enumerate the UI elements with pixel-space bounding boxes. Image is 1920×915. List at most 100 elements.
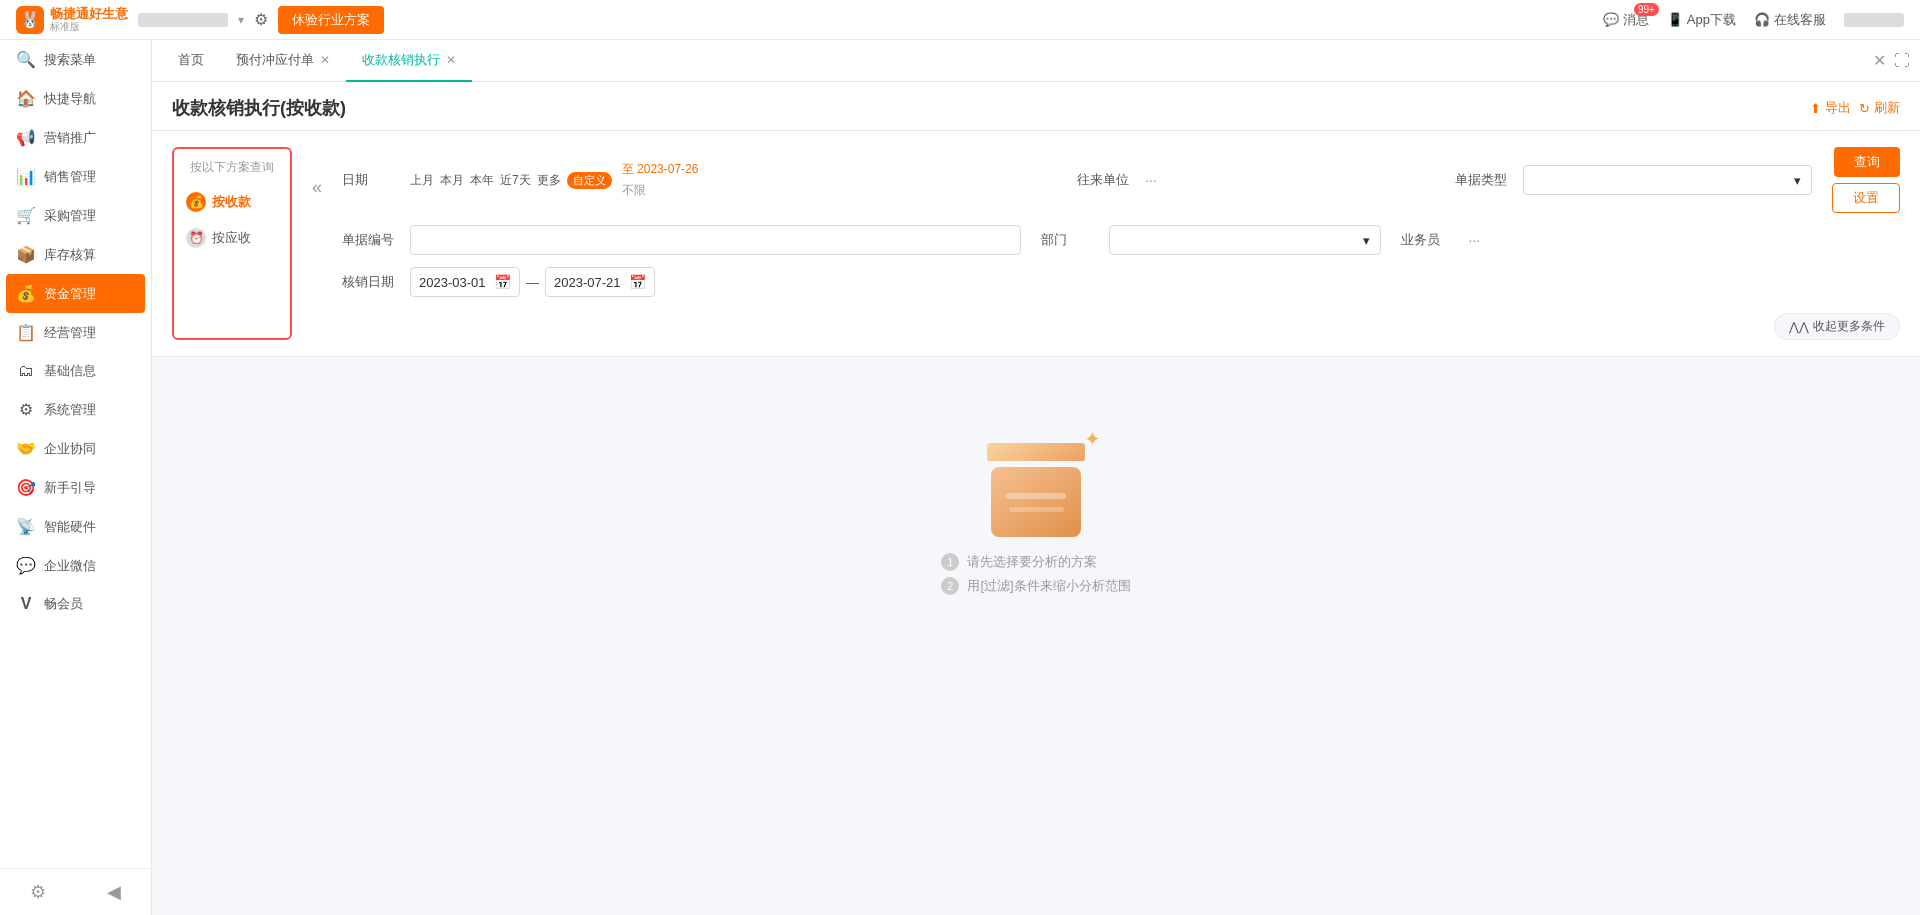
- date-btn-this-year[interactable]: 本年: [470, 172, 494, 189]
- export-button[interactable]: ⬆ 导出: [1810, 99, 1851, 117]
- sidebar-item-finance[interactable]: 💰 资金管理: [6, 274, 145, 313]
- refresh-button[interactable]: ↻ 刷新: [1859, 99, 1900, 117]
- gear-icon[interactable]: ⚙: [254, 10, 268, 29]
- date-btn-last-month[interactable]: 上月: [410, 172, 434, 189]
- cooperation-icon: 🤝: [16, 439, 36, 458]
- doc-type-select[interactable]: ▾: [1523, 165, 1813, 195]
- sparkle-icon: ✦: [1084, 427, 1101, 451]
- party-filter-item: 往来单位 ···: [1077, 171, 1435, 189]
- filter-sidebar: 按以下方案查询 💰 按收款 ⏰ 按应收: [172, 147, 292, 340]
- sidebar-collapse-icon[interactable]: ◀: [99, 877, 129, 907]
- tab-close-icon[interactable]: ✕: [1873, 51, 1886, 70]
- filter-area: 按以下方案查询 💰 按收款 ⏰ 按应收 «: [152, 131, 1920, 357]
- phone-icon: 📱: [1667, 12, 1683, 27]
- logo-icon: 🐰: [16, 6, 44, 34]
- settings-button[interactable]: 设置: [1832, 183, 1900, 213]
- page-header-actions: ⬆ 导出 ↻ 刷新: [1810, 99, 1900, 117]
- action-buttons: 查询 设置: [1832, 147, 1900, 213]
- sidebar-item-label: 资金管理: [44, 285, 96, 303]
- date-btn-7days[interactable]: 近7天: [500, 172, 531, 189]
- vip-icon: V: [16, 595, 36, 613]
- collapse-up-icon: ⋀⋀: [1789, 320, 1809, 334]
- calendar-start-icon: 📅: [494, 274, 511, 290]
- hardware-icon: 📡: [16, 517, 36, 536]
- search-menu-icon: 🔍: [16, 50, 36, 69]
- collapse-more-button[interactable]: ⋀⋀ 收起更多条件: [1774, 313, 1900, 340]
- sidebar-item-wechat[interactable]: 💬 企业微信: [0, 546, 151, 585]
- headset-icon: 🎧: [1754, 12, 1770, 27]
- sidebar-item-guide[interactable]: 🎯 新手引导: [0, 468, 151, 507]
- brand-sub: 标准版: [50, 21, 128, 33]
- date-btn-this-month[interactable]: 本月: [440, 172, 464, 189]
- filter-row-2: 单据编号 部门 ▾ 业务员: [342, 225, 1900, 255]
- sidebar-item-cooperation[interactable]: 🤝 企业协同: [0, 429, 151, 468]
- filter-option-by-receipt[interactable]: 💰 按收款: [174, 184, 290, 220]
- receivable-icon: ⏰: [186, 228, 206, 248]
- sidebar-item-system[interactable]: ⚙ 系统管理: [0, 390, 151, 429]
- tab-bar-right: ✕ ⛶: [1873, 51, 1910, 70]
- hint-text-2: 用[过滤]条件来缩小分析范围: [967, 577, 1130, 595]
- sidebar-item-inventory[interactable]: 📦 库存核算: [0, 235, 151, 274]
- sidebar-settings-icon[interactable]: ⚙: [22, 877, 54, 907]
- sidebar-item-hardware[interactable]: 📡 智能硬件: [0, 507, 151, 546]
- tab-writeoff-label: 收款核销执行: [362, 51, 440, 69]
- filter-option-by-receipt-label: 按收款: [212, 193, 251, 211]
- main-layout: 🔍 搜索菜单 🏠 快捷导航 📢 营销推广 📊 销售管理 🛒 采购管理 📦 库存核…: [0, 40, 1920, 915]
- brand-name: 畅捷通好生意: [50, 6, 128, 22]
- date-quick-btns: 上月 本月 本年 近7天 更多 自定义 至 2023-07-26 不限: [410, 161, 698, 199]
- tab-fullscreen-icon[interactable]: ⛶: [1894, 52, 1910, 70]
- dropdown-arrow-icon[interactable]: ▾: [238, 13, 244, 27]
- writeoff-date-range: 2023-03-01 📅 — 2023-07-21 📅: [410, 267, 655, 297]
- empty-illustration: ✦: [956, 417, 1116, 537]
- sidebar-item-management[interactable]: 📋 经营管理: [0, 313, 151, 352]
- inventory-icon: 📦: [16, 245, 36, 264]
- tab-prepay-close-icon[interactable]: ✕: [320, 53, 330, 67]
- receipt-icon: 💰: [186, 192, 206, 212]
- party-dots-icon[interactable]: ···: [1145, 172, 1157, 188]
- tab-prepay[interactable]: 预付冲应付单 ✕: [220, 40, 346, 82]
- query-button[interactable]: 查询: [1834, 147, 1900, 177]
- sidebar-item-marketing[interactable]: 📢 营销推广: [0, 118, 151, 157]
- logo: 🐰 畅捷通好生意 标准版: [16, 6, 128, 34]
- writeoff-end-date[interactable]: 2023-07-21 📅: [545, 267, 655, 297]
- refresh-icon: ↻: [1859, 101, 1870, 116]
- industry-button[interactable]: 休验行业方案: [278, 6, 384, 34]
- sidebar-item-vip[interactable]: V 畅会员: [0, 585, 151, 623]
- staff-dots-icon[interactable]: ···: [1469, 232, 1481, 248]
- empty-hint-1: 1 请先选择要分析的方案: [941, 553, 1130, 571]
- filter-row-1: 日期 上月 本月 本年 近7天 更多 自定义 至 2023-07-26: [342, 147, 1900, 213]
- filter-collapse-button[interactable]: «: [308, 177, 326, 198]
- management-icon: 📋: [16, 323, 36, 342]
- basic-info-icon: 🗂: [16, 362, 36, 380]
- sidebar-item-label: 销售管理: [44, 168, 96, 186]
- sidebar-item-label: 智能硬件: [44, 518, 96, 536]
- writeoff-start-date[interactable]: 2023-03-01 📅: [410, 267, 520, 297]
- sidebar-item-label: 库存核算: [44, 246, 96, 264]
- user-avatar: [1844, 13, 1904, 27]
- filter-option-by-receivable[interactable]: ⏰ 按应收: [174, 220, 290, 256]
- tab-writeoff-close-icon[interactable]: ✕: [446, 53, 456, 67]
- dept-select[interactable]: ▾: [1109, 225, 1381, 255]
- sidebar-item-sales[interactable]: 📊 销售管理: [0, 157, 151, 196]
- sidebar-item-label: 采购管理: [44, 207, 96, 225]
- app-download-item[interactable]: 📱 App下载: [1667, 11, 1736, 29]
- tab-writeoff[interactable]: 收款核销执行 ✕: [346, 40, 472, 82]
- tab-home[interactable]: 首页: [162, 40, 220, 82]
- doc-no-label: 单据编号: [342, 231, 402, 249]
- sidebar-item-label: 企业微信: [44, 557, 96, 575]
- message-badge: 99+: [1634, 3, 1659, 16]
- sidebar-item-label: 营销推广: [44, 129, 96, 147]
- sidebar-item-quick-nav[interactable]: 🏠 快捷导航: [0, 79, 151, 118]
- empty-hint-2: 2 用[过滤]条件来缩小分析范围: [941, 577, 1130, 595]
- sidebar-item-search-menu[interactable]: 🔍 搜索菜单: [0, 40, 151, 79]
- purchase-icon: 🛒: [16, 206, 36, 225]
- date-btn-more[interactable]: 更多: [537, 172, 561, 189]
- tab-bar-left: 首页 预付冲应付单 ✕ 收款核销执行 ✕: [162, 40, 472, 82]
- message-item[interactable]: 💬 消息 99+: [1603, 11, 1649, 29]
- hint-num-1: 1: [941, 553, 959, 571]
- sidebar-item-basic-info[interactable]: 🗂 基础信息: [0, 352, 151, 390]
- sidebar-item-purchase[interactable]: 🛒 采购管理: [0, 196, 151, 235]
- online-service-item[interactable]: 🎧 在线客服: [1754, 11, 1826, 29]
- doc-no-input[interactable]: [410, 225, 1021, 255]
- date-custom-badge[interactable]: 自定义: [567, 172, 612, 189]
